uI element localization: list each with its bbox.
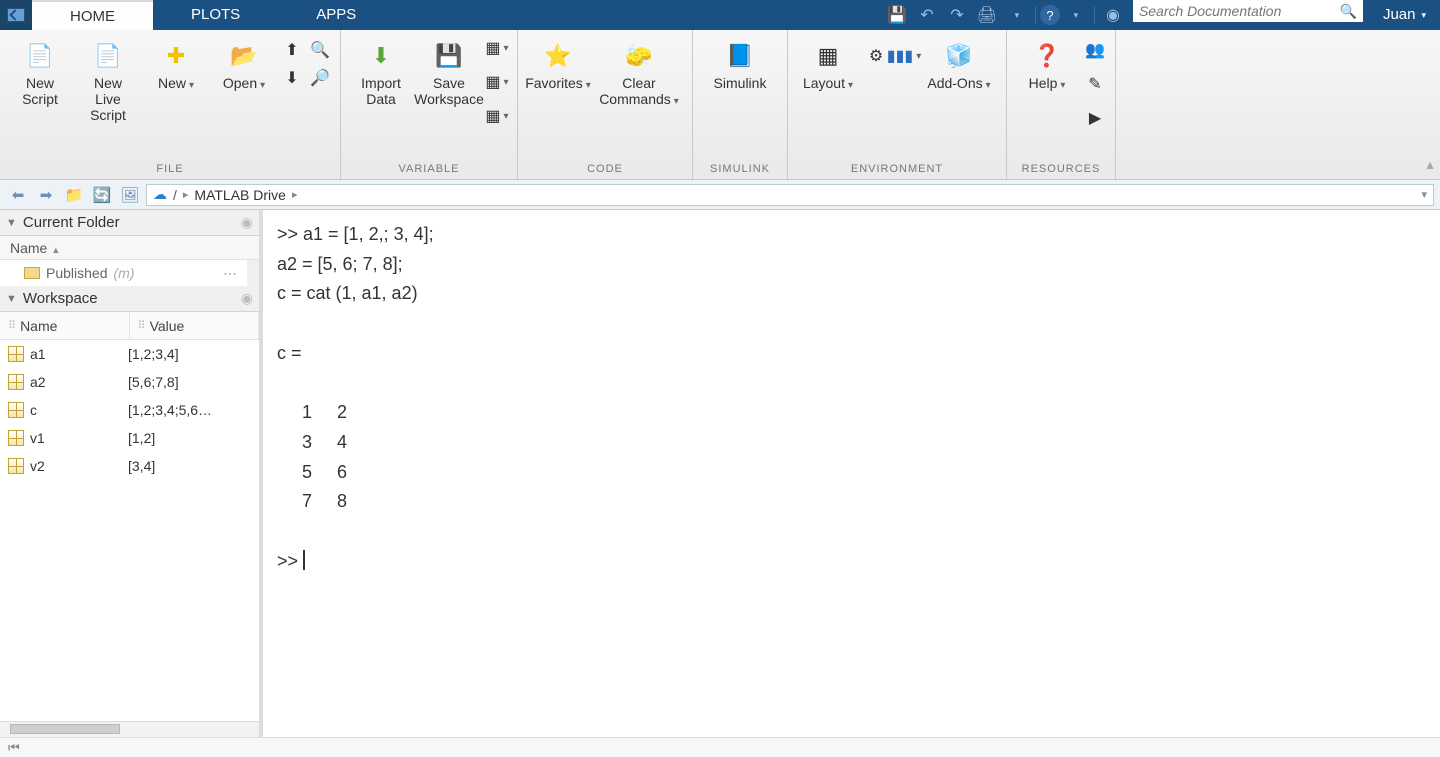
collapse-toolstrip-icon[interactable]: ▴ <box>1420 30 1440 179</box>
save-icon[interactable]: 💾 <box>883 3 911 27</box>
help-more-icon[interactable]: ▾ <box>1062 3 1090 27</box>
left-docked-panels: ▼ Current Folder ◉ Name Published (m) ⋯ … <box>0 210 263 737</box>
group-env-label: ENVIRONMENT <box>788 163 1006 179</box>
main-area: ▼ Current Folder ◉ Name Published (m) ⋯ … <box>0 210 1440 737</box>
save-workspace-button[interactable]: 💾SaveWorkspace <box>417 36 481 111</box>
horizontal-scrollbar[interactable] <box>0 721 259 737</box>
search-documentation[interactable]: 🔍 <box>1133 0 1363 22</box>
workspace-row[interactable]: v1[1,2] <box>0 424 259 452</box>
workspace-rows: a1[1,2;3,4]a2[5,6;7,8]c[1,2;3,4;5,6…v1[1… <box>0 340 259 721</box>
folder-row[interactable]: Published (m) ⋯ <box>0 260 247 286</box>
help-button[interactable]: ❓Help <box>1015 36 1079 96</box>
cursor <box>303 550 305 570</box>
print-icon[interactable]: 🖨 <box>973 3 1001 27</box>
preferences-icon[interactable]: ⚙ <box>864 44 888 68</box>
new-script-button[interactable]: 📄NewScript <box>8 36 72 111</box>
tab-plots[interactable]: PLOTS <box>153 0 278 30</box>
request-support-icon[interactable]: ✎ <box>1083 72 1107 96</box>
group-resources: ❓Help 👥 ✎ ▶ RESOURCES <box>1007 30 1116 179</box>
download-icon[interactable]: ⬇ <box>280 66 304 90</box>
group-simulink-label: SIMULINK <box>693 163 787 179</box>
undo-icon[interactable]: ↶ <box>913 3 941 27</box>
new-variable-icon[interactable]: ▦ <box>485 36 509 60</box>
workspace-header[interactable]: ▼ Workspace ◉ <box>0 286 259 312</box>
compare-icon[interactable]: 🔎 <box>308 66 332 90</box>
browse-icon[interactable]: 🖼 <box>118 184 142 206</box>
forward-icon[interactable]: ➡ <box>34 184 58 206</box>
up-folder-icon[interactable]: 📁 <box>62 184 86 206</box>
path-field[interactable]: ☁ /▸ MATLAB Drive ▸ ▾ <box>146 184 1434 206</box>
workspace-row[interactable]: v2[3,4] <box>0 452 259 480</box>
status-bar: ⏮ <box>0 737 1440 757</box>
simulink-button[interactable]: 📘Simulink <box>701 36 779 95</box>
qat-more-icon[interactable]: ▾ <box>1003 3 1031 27</box>
learn-icon[interactable]: ▶ <box>1083 106 1107 130</box>
variable-icon <box>8 458 24 474</box>
group-code-label: CODE <box>518 163 692 179</box>
workspace-row[interactable]: c[1,2;3,4;5,6… <box>0 396 259 424</box>
folder-icon <box>24 267 40 279</box>
toolstrip: 📄NewScript 📄NewLive Script ✚New 📂Open ⬆ … <box>0 30 1440 180</box>
find-files-icon[interactable]: 🔍 <box>308 38 332 62</box>
user-menu[interactable]: Juan▾ <box>1369 0 1440 30</box>
cloud-icon: ☁ <box>153 186 167 203</box>
command-window[interactable]: >> a1 = [1, 2,; 3, 4]; a2 = [5, 6; 7, 8]… <box>263 210 1440 737</box>
workspace-row[interactable]: a2[5,6;7,8] <box>0 368 259 396</box>
search-icon[interactable]: 🔍 <box>1340 3 1357 20</box>
upload-icon[interactable]: ⬆ <box>280 38 304 62</box>
breadcrumb[interactable]: MATLAB Drive <box>194 187 286 203</box>
workspace-row[interactable]: a1[1,2;3,4] <box>0 340 259 368</box>
community-icon[interactable]: 👥 <box>1083 38 1107 62</box>
row-actions-icon[interactable]: ⋯ <box>223 265 239 282</box>
tab-home[interactable]: HOME <box>32 0 153 30</box>
collapse-icon[interactable]: ▼ <box>6 293 17 305</box>
import-data-button[interactable]: ⬇ImportData <box>349 36 413 111</box>
new-button[interactable]: ✚New <box>144 36 208 96</box>
workspace-columns[interactable]: ⠿Name ⠿Value <box>0 312 259 340</box>
variable-icon <box>8 402 24 418</box>
favorites-button[interactable]: ⭐Favorites <box>526 36 590 96</box>
group-environment: ▦Layout ⚙ ▮▮▮ 🧊Add-Ons ENVIRONMENT <box>788 30 1007 179</box>
current-folder-header[interactable]: ▼ Current Folder ◉ <box>0 210 259 236</box>
variable-icon <box>8 346 24 362</box>
parallel-icon[interactable]: ▮▮▮ <box>892 44 916 68</box>
open-variable-icon[interactable]: ▦ <box>485 70 509 94</box>
cf-scrollbar[interactable] <box>247 260 259 286</box>
cf-column-header[interactable]: Name <box>0 236 259 260</box>
app-icon[interactable] <box>0 0 32 30</box>
collapse-icon[interactable]: ▼ <box>6 217 17 229</box>
variable-icon <box>8 374 24 390</box>
address-bar: ⬅ ➡ 📁 🔄 🖼 ☁ /▸ MATLAB Drive ▸ ▾ <box>0 180 1440 210</box>
clear-commands-button[interactable]: 🧽ClearCommands <box>594 36 684 112</box>
open-button[interactable]: 📂Open <box>212 36 276 96</box>
group-file: 📄NewScript 📄NewLive Script ✚New 📂Open ⬆ … <box>0 30 341 179</box>
addons-button[interactable]: 🧊Add-Ons <box>920 36 998 96</box>
clear-workspace-icon[interactable]: ▦ <box>485 104 509 128</box>
new-live-script-button[interactable]: 📄NewLive Script <box>76 36 140 127</box>
path-dropdown-icon[interactable]: ▾ <box>1421 188 1427 201</box>
group-code: ⭐Favorites 🧽ClearCommands CODE <box>518 30 693 179</box>
redo-icon[interactable]: ↷ <box>943 3 971 27</box>
panel-menu-icon[interactable]: ◉ <box>241 290 253 307</box>
help-icon[interactable]: ? <box>1040 5 1060 25</box>
search-input[interactable] <box>1139 3 1340 19</box>
group-simulink: 📘Simulink SIMULINK <box>693 30 788 179</box>
panel-menu-icon[interactable]: ◉ <box>241 214 253 231</box>
menubar: HOME PLOTS APPS 💾 ↶ ↷ 🖨 ▾ ? ▾ ◉ 🔍 Juan▾ <box>0 0 1440 30</box>
layout-button[interactable]: ▦Layout <box>796 36 860 96</box>
go-to-start-icon[interactable]: ⏮ <box>8 740 20 756</box>
tab-apps[interactable]: APPS <box>278 0 394 30</box>
group-variable-label: VARIABLE <box>341 163 517 179</box>
group-variable: ⬇ImportData 💾SaveWorkspace ▦ ▦ ▦ VARIABL… <box>341 30 518 179</box>
back-icon[interactable]: ⬅ <box>6 184 30 206</box>
group-file-label: FILE <box>0 163 340 179</box>
group-resources-label: RESOURCES <box>1007 163 1115 179</box>
refresh-icon[interactable]: 🔄 <box>90 184 114 206</box>
globe-icon[interactable]: ◉ <box>1099 3 1127 27</box>
quick-access-toolbar: 💾 ↶ ↷ 🖨 ▾ ? ▾ ◉ <box>883 0 1127 30</box>
variable-icon <box>8 430 24 446</box>
